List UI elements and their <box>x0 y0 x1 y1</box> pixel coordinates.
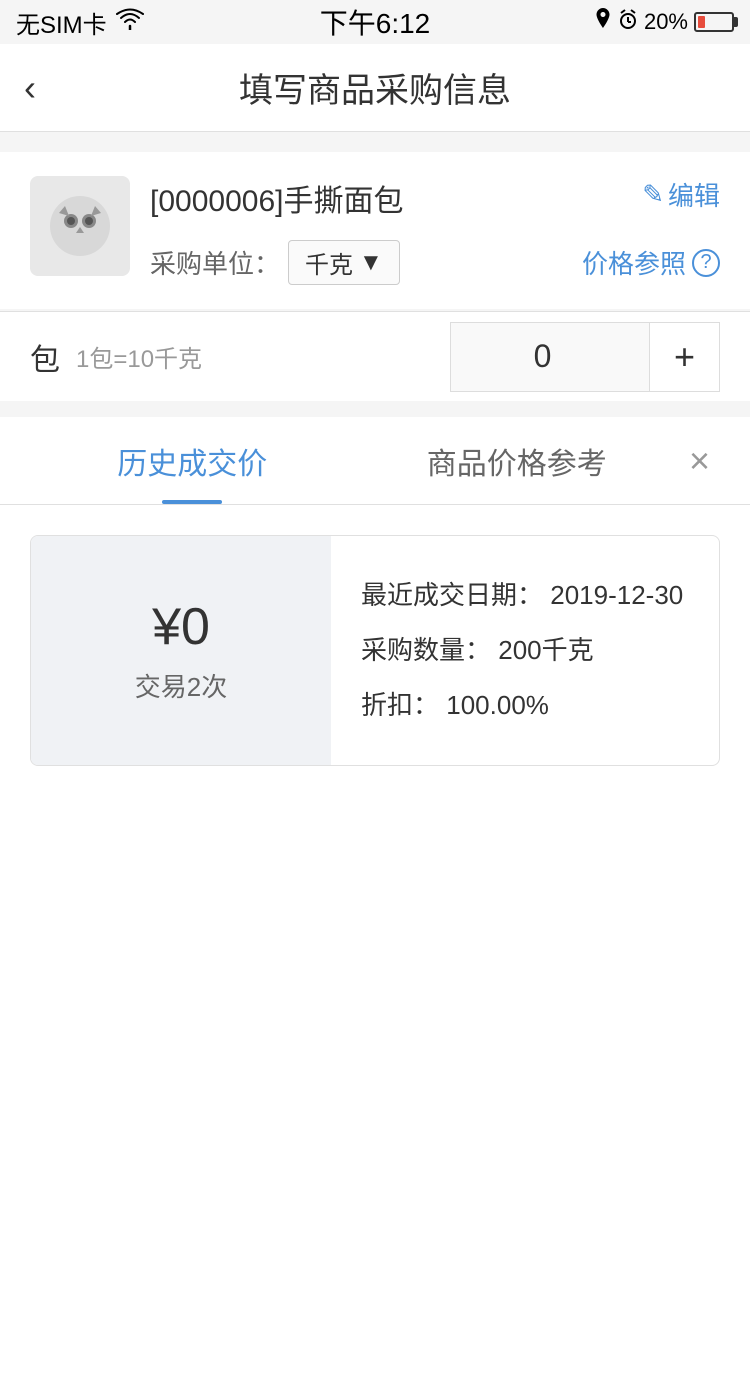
purchase-quantity-row: 采购数量： 200千克 <box>361 631 689 670</box>
status-time: 下午6:12 <box>320 2 431 42</box>
edit-icon: ✎ <box>642 179 664 210</box>
purchase-quantity-label: 采购数量： <box>361 635 491 665</box>
history-price: ¥0 <box>152 597 210 657</box>
history-detail-side: 最近成交日期： 2019-12-30 采购数量： 200千克 折扣： 100.0… <box>331 536 719 765</box>
bottom-area <box>0 796 750 1396</box>
alarm-icon <box>618 8 638 36</box>
edit-label: 编辑 <box>668 176 720 213</box>
quantity-label: 包 1包=10千克 <box>30 335 202 379</box>
product-name: [0000006]手撕面包 <box>150 176 403 220</box>
product-info: [0000006]手撕面包 ✎ 编辑 采购单位： 千克 ▼ 价格参照 ? <box>150 176 720 285</box>
tab-history-price[interactable]: 历史成交价 <box>30 419 354 503</box>
status-right: 20% <box>594 8 734 36</box>
tab-bar: 历史成交价 商品价格参考 × <box>0 417 750 505</box>
unit-value: 千克 <box>305 245 353 280</box>
tab-close-button[interactable]: × <box>679 440 720 482</box>
discount-label: 折扣： <box>361 690 439 720</box>
status-bar: 无SIM卡 下午6:12 20% <box>0 0 750 44</box>
page-title: 填写商品采购信息 <box>239 63 511 112</box>
recent-date-value: 2019-12-30 <box>550 580 683 610</box>
battery-percent-text: 20% <box>644 9 688 35</box>
unit-label: 采购单位： 千克 ▼ <box>150 240 400 285</box>
product-card: [0000006]手撕面包 ✎ 编辑 采购单位： 千克 ▼ 价格参照 ? <box>0 152 750 309</box>
battery-icon <box>694 12 734 32</box>
price-ref-help-icon: ? <box>692 249 720 277</box>
recent-date-row: 最近成交日期： 2019-12-30 <box>361 576 689 615</box>
price-ref-label: 价格参照 <box>582 244 686 281</box>
history-content: ¥0 交易2次 最近成交日期： 2019-12-30 采购数量： 200千克 折… <box>0 505 750 796</box>
quantity-input-wrap: + <box>450 322 720 392</box>
trade-count: 交易2次 <box>135 667 227 704</box>
tab-product-price-ref[interactable]: 商品价格参考 <box>354 419 678 503</box>
recent-date-label: 最近成交日期： <box>361 580 543 610</box>
wifi-icon <box>115 8 145 37</box>
location-icon <box>594 8 612 36</box>
unit-selector[interactable]: 千克 ▼ <box>288 240 400 285</box>
history-price-side: ¥0 交易2次 <box>31 536 331 765</box>
edit-button[interactable]: ✎ 编辑 <box>642 176 720 213</box>
product-unit-row: 采购单位： 千克 ▼ 价格参照 ? <box>150 240 720 285</box>
unit-label-text: 采购单位： <box>150 244 280 281</box>
product-image <box>30 176 130 276</box>
purchase-quantity-value: 200千克 <box>498 635 593 665</box>
history-card: ¥0 交易2次 最近成交日期： 2019-12-30 采购数量： 200千克 折… <box>30 535 720 766</box>
status-left: 无SIM卡 <box>16 5 145 40</box>
quantity-unit: 包 <box>30 335 60 379</box>
dropdown-icon: ▼ <box>359 249 383 277</box>
discount-value: 100.00% <box>446 690 549 720</box>
no-sim-text: 无SIM卡 <box>16 5 107 40</box>
quantity-conversion: 1包=10千克 <box>76 339 202 374</box>
back-button[interactable]: ‹ <box>24 67 36 109</box>
discount-row: 折扣： 100.00% <box>361 686 689 725</box>
quantity-plus-button[interactable]: + <box>650 322 720 392</box>
quantity-section: 包 1包=10千克 + <box>0 311 750 401</box>
product-header: [0000006]手撕面包 ✎ 编辑 <box>150 176 720 220</box>
price-ref-button[interactable]: 价格参照 ? <box>582 244 720 281</box>
tab-section: 历史成交价 商品价格参考 × ¥0 交易2次 最近成交日期： 2019-12-3… <box>0 417 750 796</box>
quantity-input[interactable] <box>450 322 650 392</box>
nav-bar: ‹ 填写商品采购信息 <box>0 44 750 132</box>
